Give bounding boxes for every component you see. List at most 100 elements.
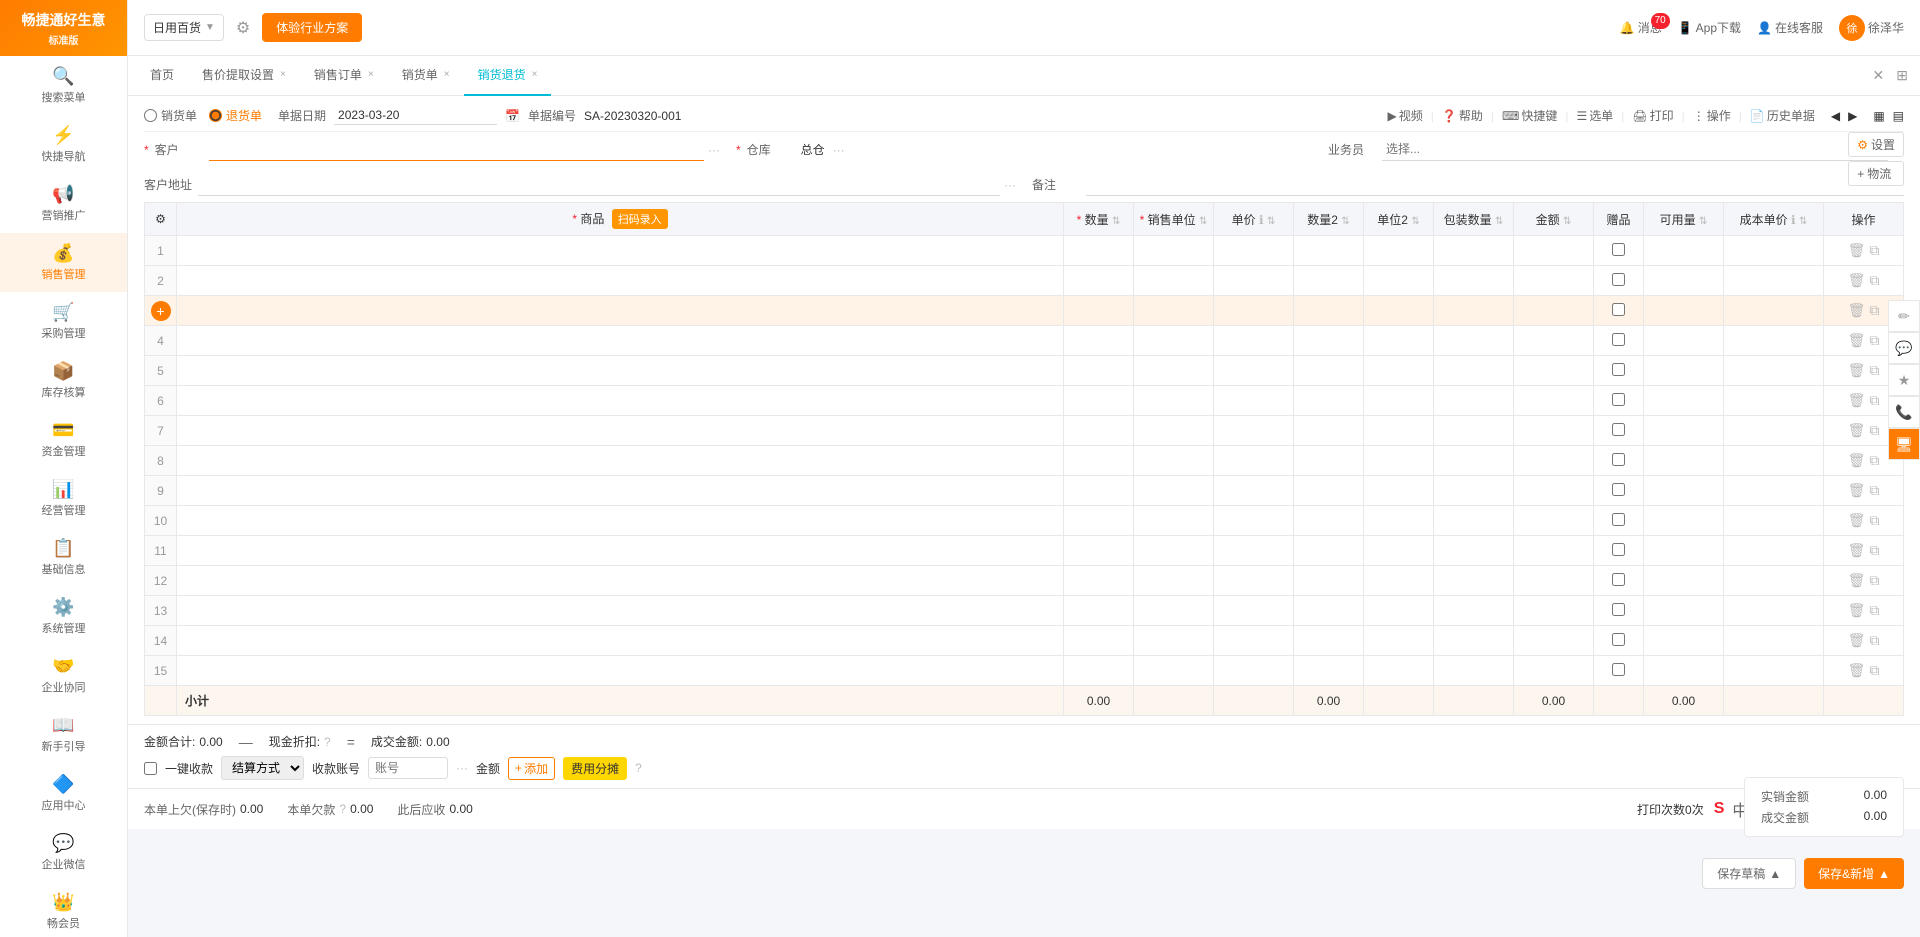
sales-unit-cell[interactable] xyxy=(1134,446,1214,476)
price-cell[interactable] xyxy=(1214,266,1294,296)
sort-icon[interactable]: ⇅ xyxy=(1112,216,1120,227)
delete-row-icon[interactable]: 🗑 xyxy=(1848,512,1866,529)
cost-cell[interactable] xyxy=(1724,386,1824,416)
date-input[interactable] xyxy=(334,106,497,125)
sales-unit-cell[interactable] xyxy=(1134,536,1214,566)
address-dots[interactable]: ··· xyxy=(1004,178,1016,192)
copy-row-icon[interactable]: ⧉ xyxy=(1869,302,1879,319)
maximize-icon[interactable]: ⊞ xyxy=(1892,65,1912,86)
sidebar-item-basic[interactable]: 📋 基础信息 xyxy=(0,528,127,587)
delete-row-icon[interactable]: 🗑 xyxy=(1848,272,1866,289)
list-view-icon[interactable]: ▤ xyxy=(1893,109,1904,123)
gift-cell[interactable] xyxy=(1594,416,1644,446)
sales-unit-cell[interactable] xyxy=(1134,656,1214,686)
qty2-cell[interactable] xyxy=(1294,596,1364,626)
price-cell[interactable] xyxy=(1214,536,1294,566)
delete-row-icon[interactable]: 🗑 xyxy=(1848,662,1866,679)
product-cell[interactable] xyxy=(177,236,1064,266)
amount-cell[interactable] xyxy=(1514,506,1594,536)
unit2-cell[interactable] xyxy=(1364,596,1434,626)
product-cell[interactable] xyxy=(177,386,1064,416)
delete-row-icon[interactable]: 🗑 xyxy=(1848,242,1866,259)
sidebar-item-finance[interactable]: 💳 资金管理 xyxy=(0,410,127,469)
copy-row-icon[interactable]: ⧉ xyxy=(1869,662,1879,679)
unit2-cell[interactable] xyxy=(1364,386,1434,416)
price-cell[interactable] xyxy=(1214,236,1294,266)
copy-row-icon[interactable]: ⧉ xyxy=(1869,542,1879,559)
grid-view-icon[interactable]: ▦ xyxy=(1873,109,1884,123)
qty2-cell[interactable] xyxy=(1294,446,1364,476)
gift-cell[interactable] xyxy=(1594,266,1644,296)
gift-checkbox[interactable] xyxy=(1612,663,1625,676)
available-cell[interactable] xyxy=(1644,446,1724,476)
cost-cell[interactable] xyxy=(1724,446,1824,476)
delete-row-icon[interactable]: 🗑 xyxy=(1848,542,1866,559)
price-cell[interactable] xyxy=(1214,296,1294,326)
available-cell[interactable] xyxy=(1644,326,1724,356)
settlement-select[interactable]: 结算方式 xyxy=(221,756,304,780)
gift-checkbox[interactable] xyxy=(1612,243,1625,256)
cost-cell[interactable] xyxy=(1724,506,1824,536)
available-cell[interactable] xyxy=(1644,476,1724,506)
tab-return[interactable]: 销货退货 × xyxy=(464,56,552,96)
pack-cell[interactable] xyxy=(1434,476,1514,506)
gift-checkbox[interactable] xyxy=(1612,633,1625,646)
tab-price[interactable]: 售价提取设置 × xyxy=(188,56,300,96)
cost-cell[interactable] xyxy=(1724,596,1824,626)
qty2-cell[interactable] xyxy=(1294,356,1364,386)
right-chat-icon[interactable]: 💬 xyxy=(1888,332,1920,364)
sidebar-item-operation[interactable]: 📊 经营管理 xyxy=(0,469,127,528)
amount-cell[interactable] xyxy=(1514,476,1594,506)
qty2-cell[interactable] xyxy=(1294,296,1364,326)
radio-return[interactable]: 退货单 xyxy=(209,107,262,124)
quantity-cell[interactable] xyxy=(1064,236,1134,266)
delete-row-icon[interactable]: 🗑 xyxy=(1848,302,1866,319)
warehouse-dots[interactable]: ··· xyxy=(833,143,845,157)
available-cell[interactable] xyxy=(1644,656,1724,686)
topbar-gear-icon[interactable]: ⚙ xyxy=(232,14,254,42)
sales-unit-cell[interactable] xyxy=(1134,596,1214,626)
action-video[interactable]: ▶ 视频 xyxy=(1388,107,1423,124)
account-dots[interactable]: ··· xyxy=(456,761,468,775)
quantity-cell[interactable] xyxy=(1064,326,1134,356)
amount-cell[interactable] xyxy=(1514,356,1594,386)
price-cell[interactable] xyxy=(1214,656,1294,686)
action-operate[interactable]: ⋮ 操作 xyxy=(1693,107,1731,124)
unit2-cell[interactable] xyxy=(1364,356,1434,386)
tab-price-close[interactable]: × xyxy=(280,69,286,80)
amount-cell[interactable] xyxy=(1514,296,1594,326)
gift-checkbox[interactable] xyxy=(1612,273,1625,286)
close-all-tabs-icon[interactable]: ✕ xyxy=(1869,65,1889,86)
gift-checkbox[interactable] xyxy=(1612,423,1625,436)
qty2-cell[interactable] xyxy=(1294,476,1364,506)
gift-cell[interactable] xyxy=(1594,626,1644,656)
quantity-cell[interactable] xyxy=(1064,476,1134,506)
add-btn[interactable]: + 添加 xyxy=(508,757,555,780)
sales-unit-cell[interactable] xyxy=(1134,626,1214,656)
delete-row-icon[interactable]: 🗑 xyxy=(1848,392,1866,409)
scan-btn[interactable]: 扫码录入 xyxy=(612,209,668,229)
qty2-cell[interactable] xyxy=(1294,656,1364,686)
available-cell[interactable] xyxy=(1644,566,1724,596)
product-cell[interactable] xyxy=(177,446,1064,476)
radio-delivery-input[interactable] xyxy=(144,109,157,122)
available-cell[interactable] xyxy=(1644,386,1724,416)
unit2-cell[interactable] xyxy=(1364,476,1434,506)
pack-cell[interactable] xyxy=(1434,296,1514,326)
available-cell[interactable] xyxy=(1644,506,1724,536)
amount-cell[interactable] xyxy=(1514,326,1594,356)
customer-dots[interactable]: ··· xyxy=(708,143,720,157)
calendar-icon[interactable]: 📅 xyxy=(505,109,520,123)
gift-cell[interactable] xyxy=(1594,386,1644,416)
settings-btn[interactable]: ⚙ 设置 xyxy=(1848,132,1904,157)
unit2-cell[interactable] xyxy=(1364,326,1434,356)
save-new-btn[interactable]: 保存&新增 ▲ xyxy=(1804,858,1904,889)
quantity-cell[interactable] xyxy=(1064,536,1134,566)
sales-unit-cell[interactable] xyxy=(1134,296,1214,326)
pack-cell[interactable] xyxy=(1434,326,1514,356)
pack-cell[interactable] xyxy=(1434,536,1514,566)
save-draft-btn[interactable]: 保存草稿 ▲ xyxy=(1702,858,1796,889)
pack-cell[interactable] xyxy=(1434,416,1514,446)
tab-delivery[interactable]: 销货单 × xyxy=(388,56,464,96)
available-cell[interactable] xyxy=(1644,626,1724,656)
